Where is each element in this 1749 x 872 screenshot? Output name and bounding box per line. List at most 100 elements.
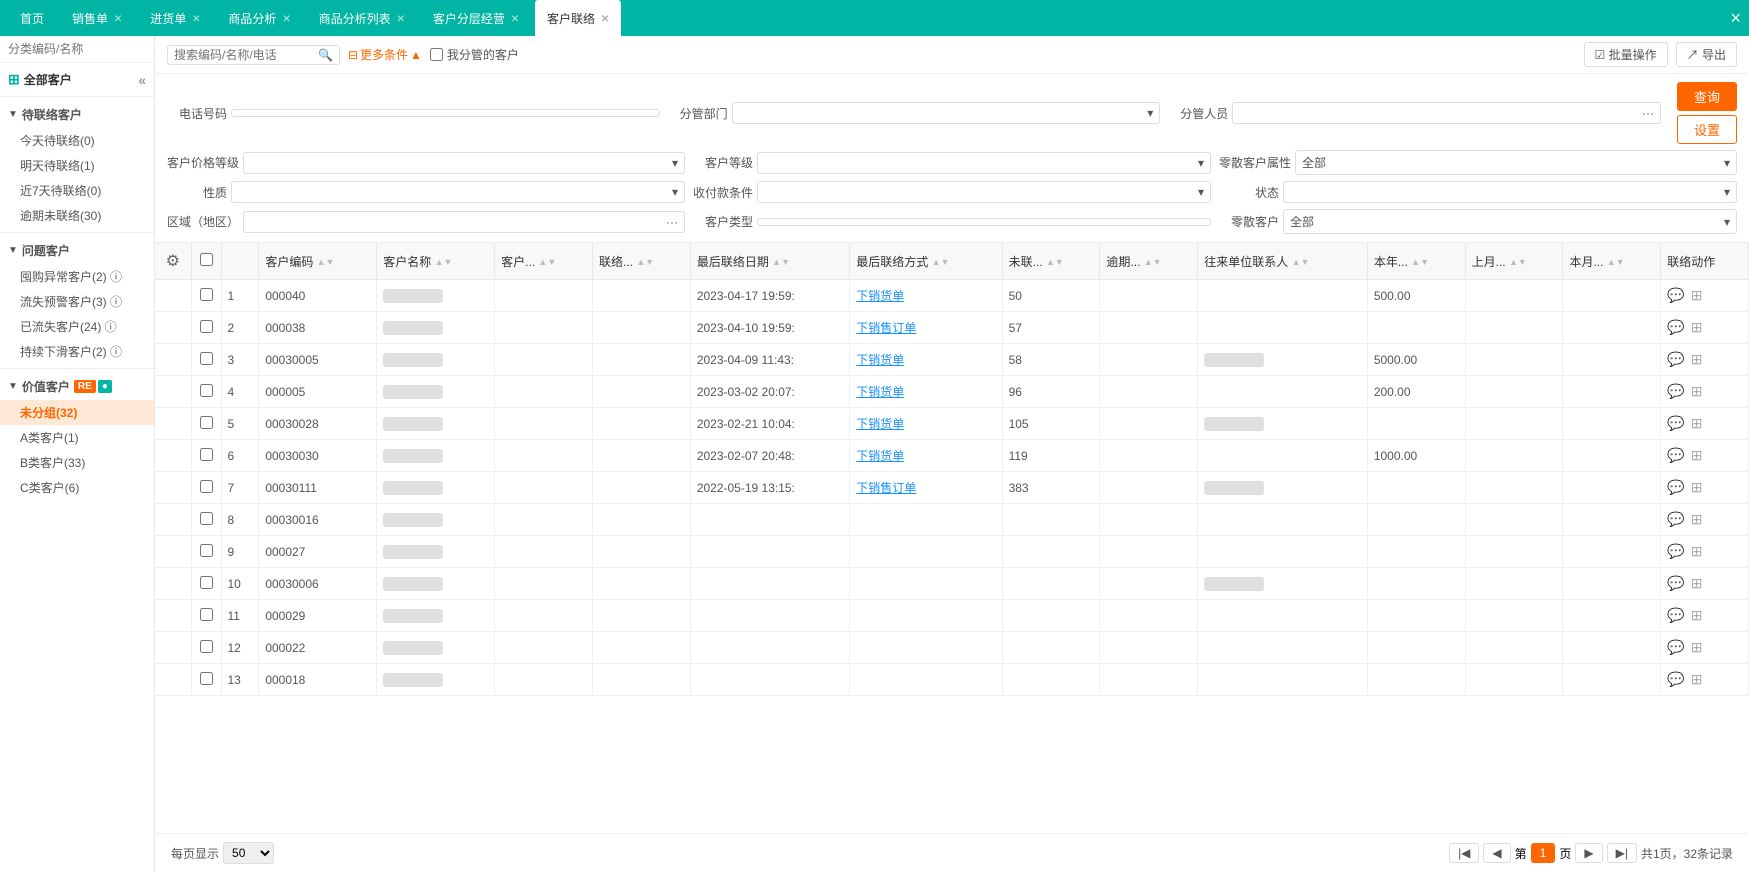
first-page-button[interactable]: |◀ <box>1449 843 1479 863</box>
sidebar-item-overdue[interactable]: 逾期未联络(30) <box>0 203 154 228</box>
grid-icon[interactable]: ⊞ <box>1691 607 1703 624</box>
message-icon[interactable]: 💬 <box>1667 383 1684 400</box>
more-conditions-button[interactable]: ⊟ 更多条件 ▲ <box>348 46 422 63</box>
th-settings[interactable]: ⚙ <box>155 243 191 280</box>
sidebar-item-churn-warning[interactable]: 流失预警客户(3) ⓘ <box>0 289 154 314</box>
main-search-input[interactable] <box>174 48 314 62</box>
contact-method-link[interactable]: 下销货单 <box>856 353 904 367</box>
sidebar-item-tomorrow[interactable]: 明天待联络(1) <box>0 153 154 178</box>
message-icon[interactable]: 💬 <box>1667 415 1684 432</box>
th-this-month[interactable]: 本月... ▲▼ <box>1563 243 1661 280</box>
grid-icon[interactable]: ⊞ <box>1691 287 1703 304</box>
row-checkbox[interactable] <box>200 608 213 621</box>
th-last-contact-date[interactable]: 最后联络日期 ▲▼ <box>690 243 849 280</box>
row-checkbox[interactable] <box>200 288 213 301</box>
collapse-icon[interactable]: « <box>138 72 146 88</box>
retail-customer-select[interactable]: 全部▾ <box>1283 209 1737 234</box>
contact-method-link[interactable]: 下销货单 <box>856 289 904 303</box>
th-contact[interactable]: 联络... ▲▼ <box>592 243 690 280</box>
window-close-button[interactable]: × <box>1730 8 1741 29</box>
tab-customer-contact[interactable]: 客户联络 × <box>535 0 621 36</box>
all-customers-header[interactable]: ⊞ 全部客户 « <box>0 63 154 92</box>
my-customers-checkbox[interactable] <box>430 48 443 61</box>
grid-icon[interactable]: ⊞ <box>1691 639 1703 656</box>
last-page-button[interactable]: ▶| <box>1607 843 1637 863</box>
close-icon[interactable]: × <box>282 11 290 25</box>
settings-icon[interactable]: ⚙ <box>166 253 180 270</box>
retail-attr-select[interactable]: 全部▾ <box>1295 150 1737 175</box>
contact-method-link[interactable]: 下销货单 <box>856 417 904 431</box>
manager-input[interactable]: ··· <box>1232 102 1661 124</box>
grid-icon[interactable]: ⊞ <box>1691 319 1703 336</box>
th-last-month[interactable]: 上月... ▲▼ <box>1465 243 1563 280</box>
message-icon[interactable]: 💬 <box>1667 511 1684 528</box>
message-icon[interactable]: 💬 <box>1667 607 1684 624</box>
tab-purchase[interactable]: 进货单 × <box>138 0 212 36</box>
close-icon[interactable]: × <box>192 11 200 25</box>
sidebar-group-problem[interactable]: ▼ 问题客户 <box>0 237 154 264</box>
row-checkbox[interactable] <box>200 576 213 589</box>
th-unit-contact[interactable]: 往来单位联系人 ▲▼ <box>1198 243 1368 280</box>
tab-sales[interactable]: 销售单 × <box>60 0 134 36</box>
sidebar-item-class-b[interactable]: B类客户(33) <box>0 450 154 475</box>
row-checkbox[interactable] <box>200 320 213 333</box>
close-icon[interactable]: × <box>114 11 122 25</box>
sidebar-item-today[interactable]: 今天待联络(0) <box>0 128 154 153</box>
row-checkbox[interactable] <box>200 384 213 397</box>
th-last-contact-method[interactable]: 最后联络方式 ▲▼ <box>850 243 1002 280</box>
th-type[interactable]: 客户... ▲▼ <box>495 243 593 280</box>
close-icon[interactable]: × <box>601 11 609 25</box>
tab-home[interactable]: 首页 <box>8 0 56 36</box>
message-icon[interactable]: 💬 <box>1667 287 1684 304</box>
message-icon[interactable]: 💬 <box>1667 319 1684 336</box>
per-page-select[interactable]: 50 100 200 <box>223 842 274 864</box>
export-button[interactable]: ↗ 导出 <box>1676 42 1737 67</box>
message-icon[interactable]: 💬 <box>1667 447 1684 464</box>
tab-customer-manager[interactable]: 客户分层经营 × <box>421 0 531 36</box>
prev-page-button[interactable]: ◀ <box>1483 843 1510 863</box>
grid-icon[interactable]: ⊞ <box>1691 415 1703 432</box>
row-checkbox[interactable] <box>200 352 213 365</box>
row-checkbox[interactable] <box>200 448 213 461</box>
sidebar-item-churned[interactable]: 已流失客户(24) ⓘ <box>0 314 154 339</box>
message-icon[interactable]: 💬 <box>1667 479 1684 496</box>
customer-level-select[interactable]: ▾ <box>757 152 1211 174</box>
tab-product-analysis[interactable]: 商品分析 × <box>216 0 302 36</box>
contact-method-link[interactable]: 下销售订单 <box>856 321 916 335</box>
contact-method-link[interactable]: 下销售订单 <box>856 481 916 495</box>
select-all-checkbox[interactable] <box>200 253 213 266</box>
grid-icon[interactable]: ⊞ <box>1691 383 1703 400</box>
query-button[interactable]: 查询 <box>1677 82 1737 111</box>
row-checkbox[interactable] <box>200 672 213 685</box>
message-icon[interactable]: 💬 <box>1667 671 1684 688</box>
sidebar-item-class-a[interactable]: A类客户(1) <box>0 425 154 450</box>
th-this-year[interactable]: 本年... ▲▼ <box>1367 243 1465 280</box>
message-icon[interactable]: 💬 <box>1667 575 1684 592</box>
sidebar-group-pending[interactable]: ▼ 待联络客户 <box>0 101 154 128</box>
reset-button[interactable]: 设置 <box>1677 115 1737 144</box>
message-icon[interactable]: 💬 <box>1667 639 1684 656</box>
region-input[interactable]: ··· <box>243 211 685 233</box>
price-level-select[interactable]: ▾ <box>243 152 685 174</box>
th-no-contact[interactable]: 未联... ▲▼ <box>1002 243 1100 280</box>
grid-icon[interactable]: ⊞ <box>1691 575 1703 592</box>
tab-product-analysis-list[interactable]: 商品分析列表 × <box>307 0 417 36</box>
message-icon[interactable]: 💬 <box>1667 543 1684 560</box>
status-select[interactable]: ▾ <box>1283 181 1737 203</box>
contact-method-link[interactable]: 下销货单 <box>856 449 904 463</box>
sidebar-search-input[interactable] <box>8 42 155 56</box>
sidebar-item-7days[interactable]: 近7天待联络(0) <box>0 178 154 203</box>
sidebar-item-class-c[interactable]: C类客户(6) <box>0 475 154 500</box>
search-icon[interactable]: 🔍 <box>318 48 333 62</box>
sidebar-item-hoarding[interactable]: 囤购异常客户(2) ⓘ <box>0 264 154 289</box>
payment-select[interactable]: ▾ <box>757 181 1211 203</box>
customer-type-input[interactable] <box>757 218 1211 226</box>
grid-icon[interactable]: ⊞ <box>1691 447 1703 464</box>
row-checkbox[interactable] <box>200 416 213 429</box>
grid-icon[interactable]: ⊞ <box>1691 543 1703 560</box>
batch-operations-button[interactable]: ☑ 批量操作 <box>1584 42 1668 67</box>
current-page-button[interactable]: 1 <box>1531 843 1556 863</box>
nature-select[interactable]: ▾ <box>231 181 685 203</box>
close-icon[interactable]: × <box>511 11 519 25</box>
grid-icon[interactable]: ⊞ <box>1691 351 1703 368</box>
